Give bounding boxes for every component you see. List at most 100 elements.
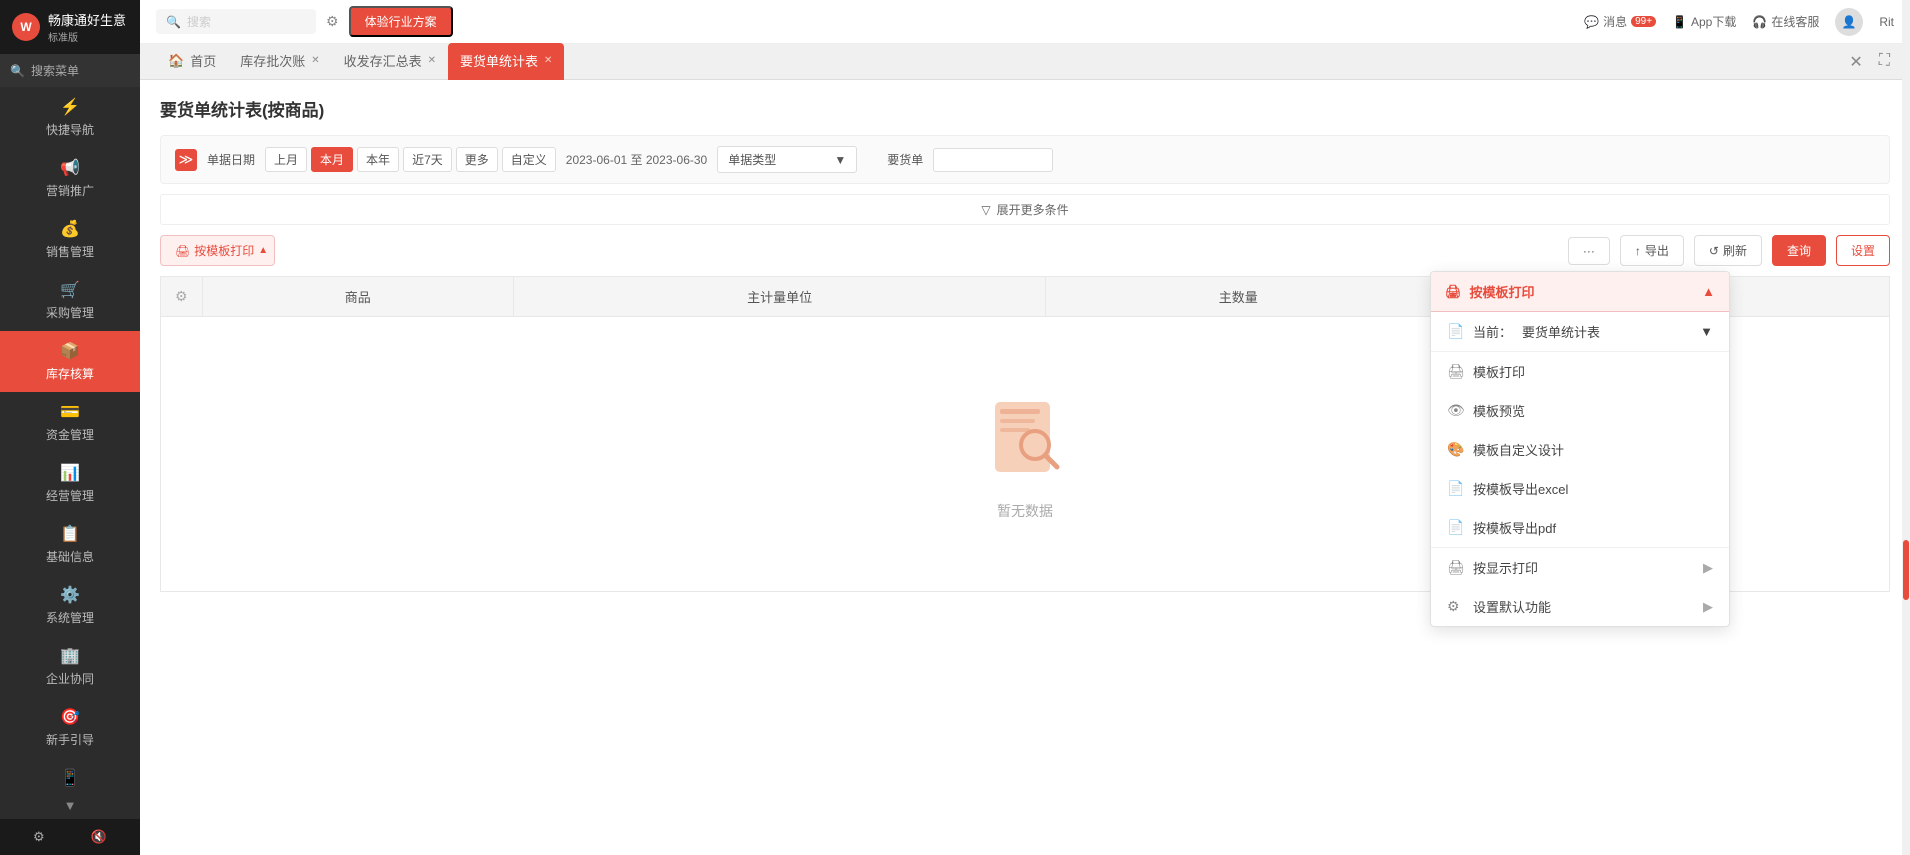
tab-close-icon[interactable]: ✕ <box>544 55 552 66</box>
more-options-button[interactable]: ··· <box>1568 237 1610 265</box>
print-current-template[interactable]: 📄 当前： 要货单统计表 ▼ <box>1431 312 1729 351</box>
tab-order-stats[interactable]: 要货单统计表 ✕ <box>448 43 564 80</box>
app-center-icon: 📱 <box>60 768 80 788</box>
print-default-func[interactable]: ⚙ 设置默认功能 ▶ <box>1431 587 1729 626</box>
tab-inventory-batch-label: 库存批次账 <box>240 51 305 70</box>
template-icon: 📄 <box>1447 323 1463 340</box>
goods-filter-input[interactable] <box>933 148 1053 172</box>
sidebar-item-guide[interactable]: 🎯 新手引导 <box>0 697 140 758</box>
expand-more-btn[interactable]: ▽ 展开更多条件 <box>160 194 1890 225</box>
date-btn-this-year[interactable]: 本年 <box>357 147 399 172</box>
toolbar: 🖨 按模板打印 ▲ ··· ↑ 导出 ↺ 刷新 查询 <box>160 235 1890 266</box>
settings-gear-icon[interactable]: ⚙ <box>326 13 339 30</box>
sidebar-item-inventory[interactable]: 📦 库存核算 <box>0 331 140 392</box>
sidebar-item-label: 采购管理 <box>46 304 94 321</box>
mute-icon[interactable]: 🔇 <box>91 829 107 845</box>
print-template-custom[interactable]: 🎨 模板自定义设计 <box>1431 430 1729 469</box>
sidebar-search[interactable]: 🔍 搜索菜单 <box>0 54 140 87</box>
tab-inventory-batch[interactable]: 库存批次账 ✕ <box>228 43 331 80</box>
app-download-action[interactable]: 📱 App下载 <box>1672 13 1736 30</box>
scrollbar-thumb <box>1903 540 1909 600</box>
sidebar-item-purchase[interactable]: 🛒 采购管理 <box>0 270 140 331</box>
print-export-pdf[interactable]: 📄 按模板导出pdf <box>1431 508 1729 547</box>
topbar-search[interactable]: 🔍 搜索 <box>156 9 316 34</box>
date-btn-last-month[interactable]: 上月 <box>265 147 307 172</box>
export-button[interactable]: ↑ 导出 <box>1620 235 1684 266</box>
type-filter-select[interactable]: 单据类型 ▼ <box>717 146 857 173</box>
logo-text: 畅康通好生意 标准版 <box>48 10 126 44</box>
date-btn-more[interactable]: 更多 <box>456 147 498 172</box>
page: 要货单统计表(按商品) ≫ 单据日期 上月 本月 本年 近7天 更多 自定义 2… <box>140 80 1910 608</box>
col-quantity: 主数量 <box>1046 277 1431 317</box>
search-icon: 🔍 <box>10 64 25 78</box>
system-icon: ⚙️ <box>60 585 80 605</box>
preview-icon: 👁 <box>1447 402 1463 419</box>
tab-close-icon[interactable]: ✕ <box>311 55 319 66</box>
trial-button[interactable]: 体验行业方案 <box>349 6 453 37</box>
sidebar-item-basic[interactable]: 📋 基础信息 <box>0 514 140 575</box>
message-action[interactable]: 💬 消息 99+ <box>1584 13 1656 30</box>
date-btn-7days[interactable]: 近7天 <box>403 147 452 172</box>
type-filter-label: 单据类型 <box>728 151 776 168</box>
sidebar-item-finance[interactable]: 💳 资金管理 <box>0 392 140 453</box>
online-service-action[interactable]: 🎧 在线客服 <box>1752 13 1819 30</box>
tab-home-label: 首页 <box>190 51 216 70</box>
sidebar: W 畅康通好生意 标准版 🔍 搜索菜单 ⚡ 快捷导航 📢 营销推广 💰 销售管理… <box>0 0 140 855</box>
print-display-print[interactable]: 🖨 按显示打印 ▶ <box>1431 548 1729 587</box>
printer-icon: 🖨 <box>1445 284 1462 300</box>
gear-icon[interactable]: ⚙ <box>175 288 188 304</box>
sidebar-item-marketing[interactable]: 📢 营销推广 <box>0 148 140 209</box>
chevron-up-icon[interactable]: ▲ <box>1702 284 1715 299</box>
date-btn-custom[interactable]: 自定义 <box>502 147 556 172</box>
print-export-excel[interactable]: 📄 按模板导出excel <box>1431 469 1729 508</box>
print-template-button[interactable]: 🖨 按模板打印 ▲ <box>160 235 275 266</box>
user-avatar[interactable]: 👤 <box>1835 8 1863 36</box>
export-label: 导出 <box>1645 242 1669 259</box>
date-buttons: 上月 本月 本年 近7天 更多 自定义 <box>265 147 556 172</box>
settings-icon: ⚙ <box>1447 598 1463 615</box>
maximize-icon[interactable]: ⛶ <box>1875 48 1894 76</box>
tab-receipt-summary-label: 收发存汇总表 <box>344 51 422 70</box>
print-export-excel-label: 按模板导出excel <box>1473 479 1568 498</box>
sidebar-item-quick-nav[interactable]: ⚡ 快捷导航 <box>0 87 140 148</box>
tabs-right-actions: ✕ ⛶ <box>1845 48 1894 76</box>
message-label: 消息 <box>1603 13 1627 30</box>
expand-icon: ▽ <box>981 203 990 217</box>
app-download-label: App下载 <box>1691 13 1736 30</box>
col-goods: 商品 <box>202 277 513 317</box>
refresh-button[interactable]: ↺ 刷新 <box>1694 235 1762 266</box>
tab-close-icon[interactable]: ✕ <box>428 55 436 66</box>
sidebar-item-sales[interactable]: 💰 销售管理 <box>0 209 140 270</box>
expand-label: 展开更多条件 <box>997 201 1069 218</box>
search-placeholder: 搜索 <box>187 13 211 30</box>
sidebar-item-enterprise[interactable]: 🏢 企业协同 <box>0 636 140 697</box>
print-btn-group: 🖨 按模板打印 ▲ <box>160 235 275 266</box>
page-title: 要货单统计表(按商品) <box>160 96 1890 121</box>
sidebar-item-app-center[interactable]: 📱 应用中心 <box>0 758 140 792</box>
sidebar-item-label: 经营管理 <box>46 487 94 504</box>
settings-button[interactable]: 设置 <box>1836 235 1890 266</box>
print-template-print[interactable]: 🖨 模板打印 <box>1431 352 1729 391</box>
sidebar-item-label: 新手引导 <box>46 731 94 748</box>
print-template-preview[interactable]: 👁 模板预览 <box>1431 391 1729 430</box>
settings-icon[interactable]: ⚙ <box>33 829 45 845</box>
tab-receipt-summary[interactable]: 收发存汇总表 ✕ <box>332 43 448 80</box>
refresh-icon: ↺ <box>1709 244 1719 258</box>
print-display-print-label: 按显示打印 <box>1473 558 1538 577</box>
app-name: 畅康通好生意 <box>48 10 126 29</box>
sidebar-nav: ⚡ 快捷导航 📢 营销推广 💰 销售管理 🛒 采购管理 📦 库存核算 💳 资金管… <box>0 87 140 792</box>
filter-expand-button[interactable]: ≫ <box>175 149 197 171</box>
sidebar-item-system[interactable]: ⚙️ 系统管理 <box>0 575 140 636</box>
tab-home[interactable]: 🏠 首页 <box>156 43 228 80</box>
close-tab-icon[interactable]: ✕ <box>1845 48 1866 76</box>
search-icon: 🔍 <box>166 15 181 29</box>
print-default-func-label: 设置默认功能 <box>1473 597 1551 616</box>
right-scrollbar[interactable] <box>1902 0 1910 855</box>
date-btn-this-month[interactable]: 本月 <box>311 147 353 172</box>
query-button[interactable]: 查询 <box>1772 235 1826 266</box>
sidebar-scroll-down[interactable]: ▼ <box>0 792 140 819</box>
date-range-display: 2023-06-01 至 2023-06-30 <box>566 151 707 168</box>
inventory-icon: 📦 <box>60 341 80 361</box>
username-label[interactable]: Rit <box>1879 15 1894 29</box>
sidebar-item-operations[interactable]: 📊 经营管理 <box>0 453 140 514</box>
